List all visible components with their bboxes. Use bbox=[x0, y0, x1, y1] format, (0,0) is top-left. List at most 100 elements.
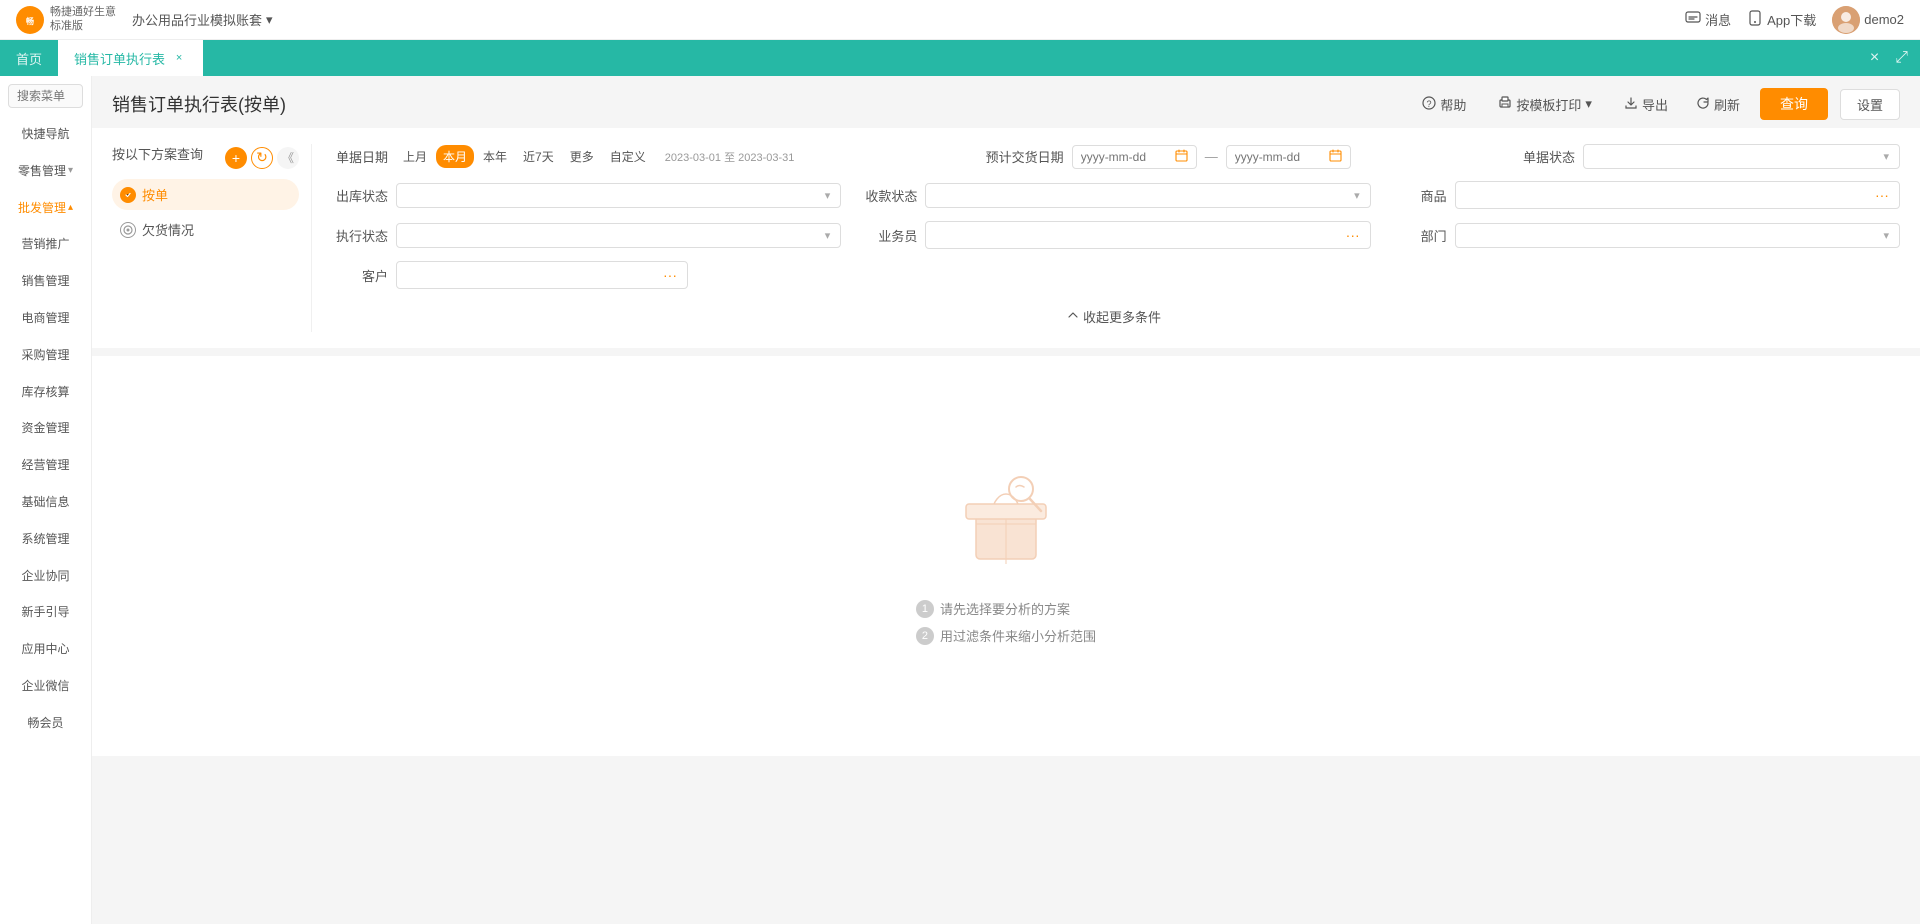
tab-sales-order-execution[interactable]: 销售订单执行表 × bbox=[58, 40, 203, 76]
print-button[interactable]: 按模板打印 ▾ bbox=[1486, 90, 1604, 119]
sidebar-label-member: 畅会员 bbox=[27, 716, 63, 730]
collapse-panel-button[interactable]: 《 bbox=[277, 147, 299, 169]
company-selector[interactable]: 办公用品行业模拟账套 ▾ bbox=[124, 6, 281, 33]
date-year-btn[interactable]: 本年 bbox=[476, 145, 514, 168]
add-plan-button[interactable]: + bbox=[225, 147, 247, 169]
salesperson-input[interactable]: ··· bbox=[925, 221, 1370, 249]
product-dots-icon[interactable]: ··· bbox=[1875, 187, 1889, 203]
product-input[interactable]: ··· bbox=[1455, 181, 1900, 209]
print-label: 按模板打印 bbox=[1516, 95, 1581, 114]
expected-start-date-field[interactable] bbox=[1081, 150, 1171, 164]
sidebar-item-quick-nav[interactable]: 快捷导航 bbox=[0, 116, 91, 153]
expected-date-label: 预计交货日期 bbox=[986, 147, 1064, 166]
date-range-display: 2023-03-01 至 2023-03-31 bbox=[665, 149, 795, 165]
refresh-button[interactable]: 刷新 bbox=[1688, 91, 1748, 118]
refresh-plan-button[interactable]: ↻ bbox=[251, 147, 273, 169]
help-label: 帮助 bbox=[1440, 95, 1466, 114]
filter-row-4: 客户 ··· bbox=[328, 261, 1900, 289]
message-action[interactable]: 消息 bbox=[1685, 10, 1731, 29]
customer-dots-icon[interactable]: ··· bbox=[663, 267, 677, 283]
status-select[interactable]: ▾ bbox=[1583, 144, 1900, 169]
sidebar-item-retail[interactable]: 零售管理 ▾ bbox=[0, 153, 91, 190]
outbound-chevron-icon: ▾ bbox=[825, 189, 831, 202]
filter-row-2: 出库状态 ▾ 收款状态 ▾ bbox=[328, 181, 1900, 209]
customer-input[interactable]: ··· bbox=[396, 261, 688, 289]
settings-button[interactable]: 设置 bbox=[1840, 89, 1900, 120]
tab-close-icon[interactable]: × bbox=[171, 50, 187, 66]
app-icon bbox=[1747, 10, 1763, 29]
filter-right-panel: 单据日期 上月 本月 本年 近7天 更多 自定义 2023-03-01 至 20… bbox=[312, 144, 1900, 332]
print-button-group: 按模板打印 ▾ bbox=[1486, 90, 1604, 119]
empty-tip-2: 2 用过滤条件来缩小分析范围 bbox=[916, 626, 1096, 645]
date-more-btn[interactable]: 更多 bbox=[563, 145, 601, 168]
tab-maximize-icon[interactable]: ⤢ bbox=[1891, 45, 1912, 71]
help-button[interactable]: ? 帮助 bbox=[1414, 91, 1474, 118]
plan-item-press-order[interactable]: 按单 bbox=[112, 179, 299, 210]
date-prev-month-btn[interactable]: 上月 bbox=[396, 145, 434, 168]
outbound-label: 出库状态 bbox=[328, 186, 388, 205]
company-name: 办公用品行业模拟账套 bbox=[132, 10, 262, 29]
dept-select[interactable]: ▾ bbox=[1455, 223, 1900, 248]
sidebar-item-marketing[interactable]: 营销推广 bbox=[0, 226, 91, 263]
tab-close-window-icon[interactable]: × bbox=[1866, 45, 1883, 71]
sidebar-item-system[interactable]: 系统管理 bbox=[0, 521, 91, 558]
plan-dot-inactive-icon bbox=[120, 222, 136, 238]
export-icon bbox=[1624, 96, 1638, 113]
customer-label: 客户 bbox=[328, 266, 388, 285]
date-current-month-btn[interactable]: 本月 bbox=[436, 145, 474, 168]
app-download-action[interactable]: App下载 bbox=[1747, 10, 1816, 29]
sidebar-item-inventory[interactable]: 库存核算 bbox=[0, 374, 91, 411]
search-input[interactable] bbox=[8, 84, 83, 108]
expected-end-date-field[interactable] bbox=[1235, 150, 1325, 164]
outbound-select[interactable]: ▾ bbox=[396, 183, 841, 208]
print-chevron-icon: ▾ bbox=[1585, 96, 1592, 112]
sidebar-label-inventory: 库存核算 bbox=[21, 385, 69, 399]
tip-text-2: 用过滤条件来缩小分析范围 bbox=[940, 626, 1096, 645]
sidebar-label-purchase: 采购管理 bbox=[21, 348, 69, 362]
export-button[interactable]: 导出 bbox=[1616, 91, 1676, 118]
sidebar-item-basic[interactable]: 基础信息 bbox=[0, 484, 91, 521]
date-filter-group: 单据日期 上月 本月 本年 近7天 更多 自定义 2023-03-01 至 20… bbox=[328, 145, 970, 168]
empty-state: 1 请先选择要分析的方案 2 用过滤条件来缩小分析范围 bbox=[92, 356, 1920, 756]
receipt-select[interactable]: ▾ bbox=[925, 183, 1370, 208]
sidebar-item-finance[interactable]: 资金管理 bbox=[0, 410, 91, 447]
execution-filter-group: 执行状态 ▾ bbox=[328, 223, 841, 248]
sidebar-item-newbie[interactable]: 新手引导 bbox=[0, 594, 91, 631]
page-wrapper: 销售订单执行表(按单) ? 帮助 bbox=[92, 76, 1920, 756]
sidebar-item-wechat[interactable]: 企业微信 bbox=[0, 668, 91, 705]
date-custom-btn[interactable]: 自定义 bbox=[603, 145, 653, 168]
status-chevron-icon: ▾ bbox=[1883, 150, 1889, 163]
sidebar-item-search[interactable] bbox=[0, 76, 91, 116]
wholesale-chevron-icon: ▴ bbox=[68, 201, 73, 215]
tab-active-label: 销售订单执行表 bbox=[74, 49, 165, 68]
svg-text:畅: 畅 bbox=[26, 16, 34, 26]
product-filter-group: 商品 ··· bbox=[1387, 181, 1900, 209]
empty-tip-1: 1 请先选择要分析的方案 bbox=[916, 599, 1096, 618]
sidebar-item-purchase[interactable]: 采购管理 bbox=[0, 337, 91, 374]
username-label: demo2 bbox=[1864, 12, 1904, 27]
query-button[interactable]: 查询 bbox=[1760, 88, 1828, 120]
avatar bbox=[1832, 6, 1860, 34]
main-layout: 快捷导航 零售管理 ▾ 批发管理 ▴ 营销推广 销售管理 电商管理 采购管理 库… bbox=[0, 76, 1920, 924]
sidebar-item-ecommerce[interactable]: 电商管理 bbox=[0, 300, 91, 337]
empty-illustration bbox=[946, 459, 1066, 579]
salesperson-dots-icon[interactable]: ··· bbox=[1346, 227, 1360, 243]
expected-date-end-input bbox=[1226, 145, 1351, 169]
sidebar-item-sales[interactable]: 销售管理 bbox=[0, 263, 91, 300]
plan-item-arrears[interactable]: 欠货情况 bbox=[112, 214, 299, 245]
sidebar-label-wechat: 企业微信 bbox=[21, 679, 69, 693]
user-area[interactable]: demo2 bbox=[1832, 6, 1904, 34]
sidebar-item-appstore[interactable]: 应用中心 bbox=[0, 631, 91, 668]
tab-home[interactable]: 首页 bbox=[0, 40, 58, 76]
sidebar-item-cooperation[interactable]: 企业协同 bbox=[0, 558, 91, 595]
collapse-conditions-button[interactable]: 收起更多条件 bbox=[328, 301, 1900, 332]
header-right: 消息 App下载 demo2 bbox=[1685, 6, 1904, 34]
sidebar-label-basic: 基础信息 bbox=[21, 495, 69, 509]
sidebar-label-cooperation: 企业协同 bbox=[21, 569, 69, 583]
date-week-btn[interactable]: 近7天 bbox=[516, 145, 561, 168]
sidebar-item-operations[interactable]: 经营管理 bbox=[0, 447, 91, 484]
sidebar-item-wholesale[interactable]: 批发管理 ▴ bbox=[0, 190, 91, 227]
execution-select[interactable]: ▾ bbox=[396, 223, 841, 248]
sidebar-item-member[interactable]: 畅会员 bbox=[0, 705, 91, 742]
refresh-label: 刷新 bbox=[1714, 95, 1740, 114]
